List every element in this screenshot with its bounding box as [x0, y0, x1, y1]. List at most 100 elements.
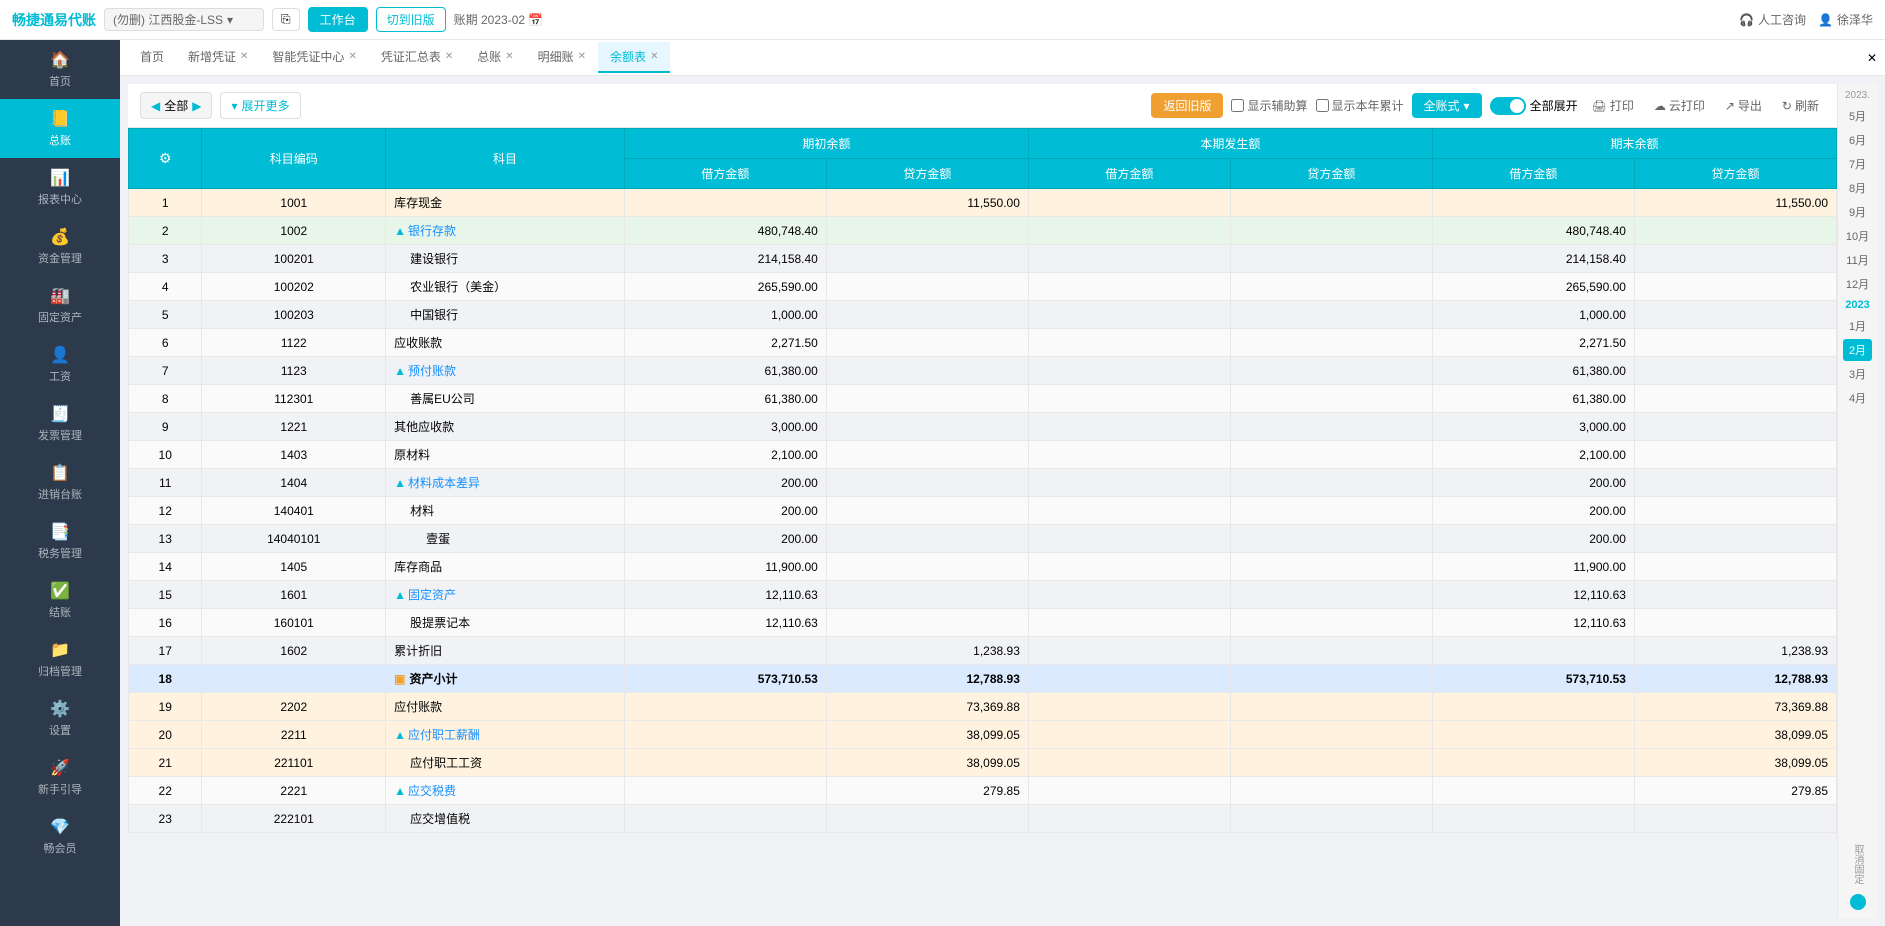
month-6[interactable]: 6月 — [1843, 129, 1872, 151]
tab-close-icon[interactable]: ✕ — [240, 51, 248, 62]
month-3[interactable]: 3月 — [1843, 363, 1872, 385]
row-num: 19 — [129, 693, 202, 721]
ob-debit-cell: 480,748.40 — [624, 217, 826, 245]
expand-icon[interactable]: ▲ — [394, 364, 406, 378]
user-profile[interactable]: 👤 徐泽华 — [1818, 11, 1873, 28]
eb-debit-cell: 214,158.40 — [1432, 245, 1634, 273]
month-12[interactable]: 12月 — [1840, 273, 1875, 295]
ob-credit-cell — [826, 805, 1028, 833]
eb-credit-cell — [1634, 385, 1836, 413]
expand-all-toggle[interactable]: 全部展开 — [1490, 97, 1578, 115]
month-11[interactable]: 11月 — [1840, 249, 1874, 271]
tab-close-icon[interactable]: ✕ — [348, 51, 356, 62]
month-1[interactable]: 1月 — [1843, 315, 1872, 337]
export-button[interactable]: ↗ 导出 — [1719, 93, 1768, 118]
cp-credit-header: 贷方金额 — [1230, 159, 1432, 189]
month-8[interactable]: 8月 — [1843, 177, 1872, 199]
toolbar: ◀ 全部 ▶ ▾ 展开更多 返回旧版 显示辅助算 — [128, 84, 1837, 128]
month-4[interactable]: 4月 — [1843, 387, 1872, 409]
account-name-link[interactable]: 应交税费 — [408, 784, 456, 798]
circle-right-icon: ▶ — [192, 99, 201, 113]
account-name-link[interactable]: 应付职工薪酬 — [408, 728, 480, 742]
expand-icon[interactable]: ▲ — [394, 476, 406, 490]
account-name-link[interactable]: 固定资产 — [408, 588, 456, 602]
switch-version-button[interactable]: 切到旧版 — [376, 7, 446, 32]
sidebar-item-report[interactable]: 📊 报表中心 — [0, 158, 120, 217]
all-button[interactable]: ◀ 全部 ▶ — [140, 92, 212, 119]
month-10[interactable]: 10月 — [1840, 225, 1875, 247]
unpin-button[interactable]: 取消固定 — [1846, 840, 1869, 888]
sidebar-item-member[interactable]: 💎 畅会员 — [0, 807, 120, 866]
account-name-link[interactable]: 银行存款 — [408, 224, 456, 238]
guide-icon: 🚀 — [50, 758, 70, 778]
show-ytd-checkbox[interactable] — [1316, 99, 1329, 112]
period-label: 账期 2023-02 📅 — [454, 11, 544, 28]
cloud-print-button[interactable]: ☁ 云打印 — [1648, 93, 1711, 118]
ob-credit-cell: 279.85 — [826, 777, 1028, 805]
row-name-cell: 累计折旧 — [386, 637, 625, 665]
tab-close-icon[interactable]: ✕ — [445, 51, 453, 62]
month-5[interactable]: 5月 — [1843, 105, 1872, 127]
sidebar-item-guide[interactable]: 🚀 新手引导 — [0, 748, 120, 807]
sidebar-item-ledger[interactable]: 📒 总账 — [0, 99, 120, 158]
month-7[interactable]: 7月 — [1843, 153, 1872, 175]
sidebar-item-tax[interactable]: 📑 税务管理 — [0, 512, 120, 571]
sidebar-item-settings[interactable]: ⚙️ 设置 — [0, 689, 120, 748]
tab-close-icon[interactable]: ✕ — [578, 51, 586, 62]
tab-general-ledger[interactable]: 总账 ✕ — [465, 42, 525, 73]
tab-detail-ledger[interactable]: 明细账 ✕ — [526, 42, 598, 73]
print-button[interactable]: 🖨 打印 — [1586, 93, 1640, 118]
account-name-link[interactable]: 材料成本差异 — [408, 476, 480, 490]
sidebar-item-salary[interactable]: 👤 工资 — [0, 335, 120, 394]
gear-header[interactable]: ⚙ — [129, 129, 202, 189]
ai-consult[interactable]: 🎧 人工咨询 — [1739, 11, 1806, 28]
company-selector[interactable]: (勿删) 江西股金-LSS ▾ — [104, 8, 264, 31]
sidebar-item-invoice[interactable]: 🧾 发票管理 — [0, 394, 120, 453]
tab-balance-sheet[interactable]: 余额表 ✕ — [598, 42, 670, 73]
ob-debit-cell: 214,158.40 — [624, 245, 826, 273]
refresh-button[interactable]: ↻ 刷新 — [1776, 93, 1825, 118]
workspace-button[interactable]: 工作台 — [308, 7, 368, 32]
toolbar-right: 返回旧版 显示辅助算 显示本年累计 全账式 ▾ — [1151, 93, 1825, 118]
row-code: 1002 — [202, 217, 386, 245]
expand-more-button[interactable]: ▾ 展开更多 — [220, 92, 300, 119]
eb-debit-cell: 1,000.00 — [1432, 301, 1634, 329]
cp-debit-cell — [1028, 329, 1230, 357]
tab-home[interactable]: 首页 — [128, 42, 176, 73]
show-ytd-check[interactable]: 显示本年累计 — [1316, 97, 1404, 114]
sidebar-item-trade[interactable]: 📋 进销台账 — [0, 453, 120, 512]
row-num: 20 — [129, 721, 202, 749]
expand-icon[interactable]: ▲ — [394, 224, 406, 238]
table-row: 17 1602 累计折旧 1,238.93 1,238.93 — [129, 637, 1837, 665]
expand-icon[interactable]: ▲ — [394, 588, 406, 602]
copy-button[interactable]: ⎘ — [272, 8, 300, 31]
tab-smart-voucher[interactable]: 智能凭证中心 ✕ — [260, 42, 368, 73]
expand-icon[interactable]: ▲ — [394, 784, 406, 798]
full-mode-button[interactable]: 全账式 ▾ — [1412, 93, 1482, 118]
sidebar-item-home[interactable]: 🏠 首页 — [0, 40, 120, 99]
close-all-button[interactable]: ✕ — [1867, 51, 1877, 65]
sidebar-item-capital[interactable]: 💰 资金管理 — [0, 217, 120, 276]
month-2[interactable]: 2月 — [1843, 339, 1872, 361]
toggle-switch[interactable] — [1490, 97, 1526, 115]
sidebar-item-settle[interactable]: ✅ 结账 — [0, 571, 120, 630]
eb-debit-cell — [1432, 189, 1634, 217]
sidebar-item-archive[interactable]: 📁 归档管理 — [0, 630, 120, 689]
table-row: 5 100203 中国银行 1,000.00 1,000.00 — [129, 301, 1837, 329]
calendar-icon[interactable]: 📅 — [528, 13, 543, 27]
tab-new-voucher[interactable]: 新增凭证 ✕ — [176, 42, 260, 73]
return-old-version-button[interactable]: 返回旧版 — [1151, 93, 1223, 118]
tab-close-icon[interactable]: ✕ — [650, 51, 658, 62]
row-code: 222101 — [202, 805, 386, 833]
ob-credit-cell — [826, 385, 1028, 413]
sidebar-item-asset[interactable]: 🏭 固定资产 — [0, 276, 120, 335]
expand-icon[interactable]: ▲ — [394, 728, 406, 742]
show-aux-checkbox[interactable] — [1231, 99, 1244, 112]
tab-voucher-summary[interactable]: 凭证汇总表 ✕ — [369, 42, 465, 73]
right-panel: 2023. 5月 6月 7月 8月 9月 10月 11月 12月 2023 1月… — [1837, 84, 1877, 918]
tab-close-icon[interactable]: ✕ — [505, 51, 513, 62]
ob-credit-cell — [826, 469, 1028, 497]
month-9[interactable]: 9月 — [1843, 201, 1872, 223]
account-name-link[interactable]: 预付账款 — [408, 364, 456, 378]
show-aux-check[interactable]: 显示辅助算 — [1231, 97, 1307, 114]
